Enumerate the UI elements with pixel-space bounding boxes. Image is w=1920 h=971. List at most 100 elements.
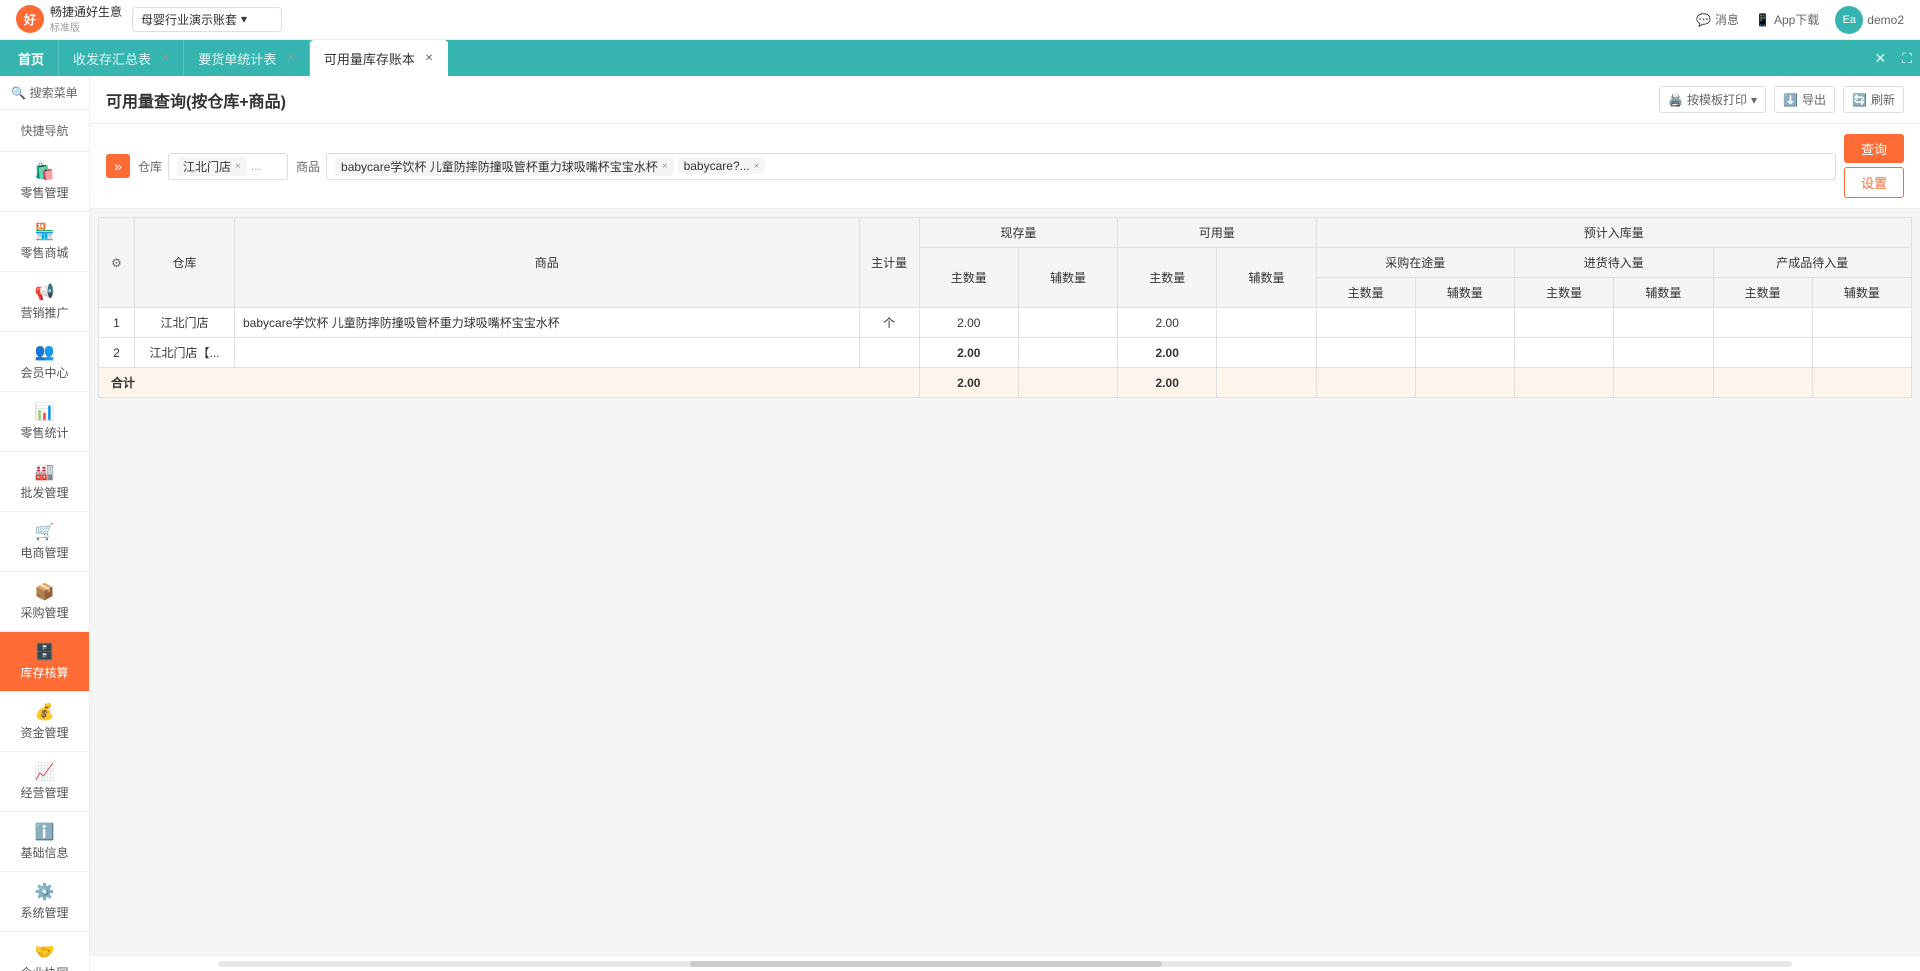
close-icon[interactable]: ✕: [161, 53, 169, 64]
sidebar-item-finance[interactable]: 💰 资金管理: [0, 692, 89, 752]
th-current-stock-label: 现存量: [1000, 226, 1036, 240]
td-warehouse-0: 江北门店: [135, 308, 235, 338]
quicknav-label: 快捷导航: [20, 124, 68, 138]
sidebar-item-basic-info[interactable]: ℹ️ 基础信息: [0, 812, 89, 872]
th-stock-main-label: 主数量: [951, 271, 987, 285]
warehouse-input[interactable]: 江北门店 × ...: [168, 153, 288, 180]
product-input[interactable]: babycare学饮杯 儿童防摔防撞吸管杯重力球吸嘴杯宝宝水杯 × babyca…: [326, 153, 1836, 180]
close-icon[interactable]: ✕: [286, 53, 294, 64]
th-stock-main: 主数量: [919, 248, 1018, 308]
th-production-pending: 产成品待入量: [1713, 248, 1912, 278]
wholesale-label: 批发管理: [20, 484, 68, 501]
search-menu-btn[interactable]: 🔍 搜索菜单: [8, 84, 81, 101]
product-tag-1-text: babycare?...: [684, 159, 750, 173]
td-purchase-aux-1: [1415, 338, 1514, 368]
operations-label: 经营管理: [20, 784, 68, 801]
td-warehouse-1: 江北门店【...: [135, 338, 235, 368]
th-purchase-main: 主数量: [1316, 278, 1415, 308]
gear-icon[interactable]: ⚙: [111, 256, 122, 270]
sidebar-item-wholesale-management[interactable]: 🏭 批发管理: [0, 452, 89, 512]
th-purchase-transit: 采购在途量: [1316, 248, 1514, 278]
sidebar-item-purchase[interactable]: 📦 采购管理: [0, 572, 89, 632]
filter-product-area: 商品 babycare学饮杯 儿童防摔防撞吸管杯重力球吸嘴杯宝宝水杯 × bab…: [296, 153, 1836, 180]
tab-available-stock[interactable]: 可用量库存账本 ✕: [310, 40, 448, 76]
retail-stats-icon: 📊: [35, 402, 55, 422]
sidebar-item-ecommerce[interactable]: 🛒 电商管理: [0, 512, 89, 572]
tab-order-label: 要货单统计表: [198, 49, 276, 68]
td-total-purchase-aux: [1415, 368, 1514, 398]
table-row: 2 江北门店【... 2.00 2.00: [99, 338, 1912, 368]
refresh-btn[interactable]: 🔄 刷新: [1843, 86, 1904, 113]
export-icon: ⬇️: [1783, 93, 1798, 107]
sidebar-item-system[interactable]: ⚙️ 系统管理: [0, 872, 89, 932]
horizontal-scrollbar[interactable]: [218, 961, 1792, 967]
export-btn[interactable]: ⬇️ 导出: [1774, 86, 1835, 113]
message-btn[interactable]: 💬 消息: [1696, 11, 1739, 28]
expand-icon[interactable]: ⛶: [1898, 46, 1916, 71]
td-purchase-main-0: [1316, 308, 1415, 338]
scrollbar-thumb[interactable]: [690, 961, 1162, 967]
sidebar-item-retail-mall[interactable]: 🏪 零售商城: [0, 212, 89, 272]
td-total-stock-main: 2.00: [919, 368, 1018, 398]
product-tag-1-remove[interactable]: ×: [754, 161, 760, 172]
template-print-icon: 🖨️: [1668, 93, 1683, 107]
th-avail-main-label: 主数量: [1149, 271, 1185, 285]
app-download-btn[interactable]: 📱 App下载: [1755, 11, 1819, 28]
user-area[interactable]: Ea demo2: [1835, 6, 1904, 34]
product-tag-1: babycare?... ×: [678, 158, 766, 174]
tab-receivable-summary[interactable]: 收发存汇总表 ✕: [59, 40, 184, 76]
chevron-down-icon: ▾: [241, 12, 247, 26]
message-label: 消息: [1715, 11, 1739, 28]
retail-management-label: 零售管理: [20, 184, 68, 201]
td-total-production-aux: [1812, 368, 1911, 398]
avatar: Ea: [1835, 6, 1863, 34]
warehouse-value-1: 江北门店【...: [149, 346, 219, 360]
sidebar-item-member-center[interactable]: 👥 会员中心: [0, 332, 89, 392]
sidebar-item-retail-management[interactable]: 🛍️ 零售管理: [0, 152, 89, 212]
td-total-purchase-main: [1316, 368, 1415, 398]
th-purchase-main-label: 主数量: [1348, 286, 1384, 300]
th-current-stock: 现存量: [919, 218, 1117, 248]
close-all-icon[interactable]: ✕: [1870, 46, 1890, 71]
product-tag-0-remove[interactable]: ×: [662, 161, 668, 172]
th-stock-aux-label: 辅数量: [1050, 271, 1086, 285]
table-footer: [90, 955, 1920, 971]
td-total-production-main: [1713, 368, 1812, 398]
table-area: ⚙ 仓库 商品 主计量 现存量: [90, 209, 1920, 955]
retail-mall-label: 零售商城: [20, 244, 68, 261]
total-label: 合计: [111, 376, 135, 390]
query-btn[interactable]: 查询: [1844, 134, 1904, 163]
warehouse-label: 仓库: [138, 158, 162, 175]
td-avail-aux-0: [1217, 308, 1316, 338]
sidebar-item-retail-stats[interactable]: 📊 零售统计: [0, 392, 89, 452]
logo-text: 畅捷通好生意: [50, 5, 122, 19]
th-warehouse-label: 仓库: [172, 256, 196, 270]
member-center-icon: 👥: [35, 342, 55, 362]
sidebar-item-inventory[interactable]: 🗄️ 库存核算: [0, 632, 89, 692]
app-download-label: App下载: [1774, 11, 1819, 28]
sidebar-item-operations[interactable]: 📈 经营管理: [0, 752, 89, 812]
product-tag-0-text: babycare学饮杯 儿童防摔防撞吸管杯重力球吸嘴杯宝宝水杯: [341, 158, 658, 175]
nav-tabs: 首页 收发存汇总表 ✕ 要货单统计表 ✕ 可用量库存账本 ✕ ✕ ⛶: [0, 40, 1920, 76]
tab-home[interactable]: 首页: [4, 40, 59, 76]
warehouse-tag-remove[interactable]: ×: [235, 161, 241, 172]
warehouse-tag: 江北门店 ×: [177, 157, 247, 176]
retail-stats-label: 零售统计: [20, 424, 68, 441]
template-print-btn[interactable]: 🖨️ 按模板打印 ▾: [1659, 86, 1766, 113]
sidebar-item-marketing[interactable]: 📢 营销推广: [0, 272, 89, 332]
td-purchase-aux-0: [1415, 308, 1514, 338]
tab-available-label: 可用量库存账本: [324, 49, 415, 68]
close-icon[interactable]: ✕: [425, 53, 433, 64]
sidebar-item-quicknav[interactable]: 快捷导航: [0, 114, 89, 147]
td-incoming-main-0: [1515, 308, 1614, 338]
filter-expand-btn[interactable]: »: [106, 154, 130, 178]
warehouse-more[interactable]: ...: [251, 159, 261, 173]
tab-order-statistics[interactable]: 要货单统计表 ✕: [184, 40, 309, 76]
settings-btn[interactable]: 设置: [1844, 167, 1904, 198]
sidebar-item-enterprise-collab[interactable]: 🤝 企业协同: [0, 932, 89, 971]
enterprise-collab-icon: 🤝: [35, 942, 55, 962]
company-selector[interactable]: 母婴行业演示账套 ▾: [132, 7, 282, 32]
th-product-label: 商品: [535, 256, 559, 270]
finance-icon: 💰: [35, 702, 55, 722]
th-purchase-aux-label: 辅数量: [1447, 286, 1483, 300]
